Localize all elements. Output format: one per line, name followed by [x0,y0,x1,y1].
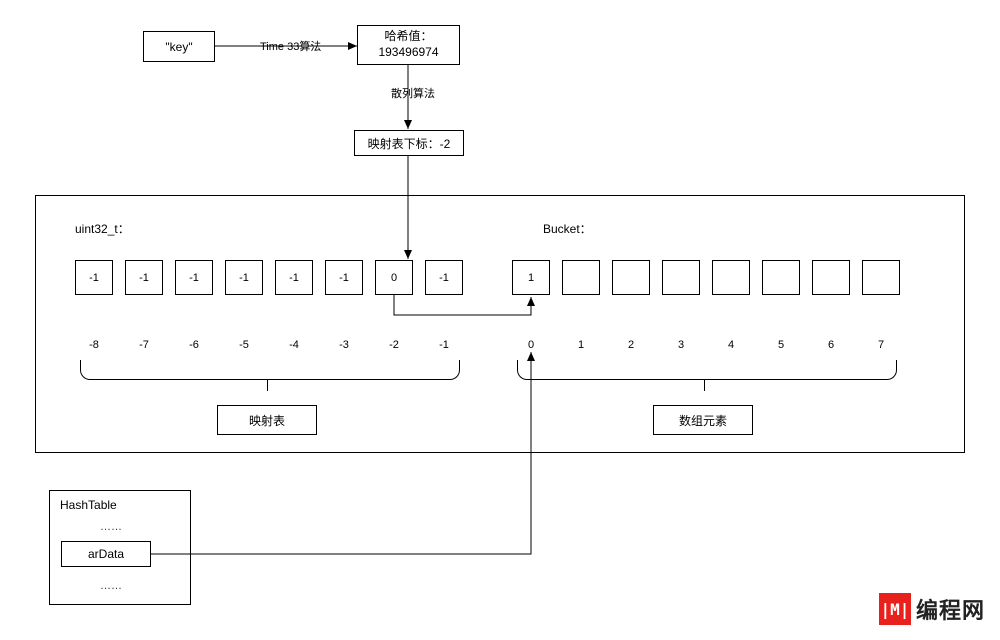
logo-icon: |M| [879,593,911,625]
map-idx: -6 [175,339,213,351]
site-logo: |M| 编程网 [879,593,985,625]
map-idx: -4 [275,339,313,351]
key-box: "key" [143,31,215,62]
hashtable-dots-2: …… [100,580,122,592]
map-brace [80,360,460,380]
bucket-brace [517,360,897,380]
bucket-cell [862,260,900,295]
map-label-text: 映射表 [249,412,285,429]
bucket-cell [662,260,700,295]
map-idx: -2 [375,339,413,351]
bucket-cell-row: 1 [512,260,900,295]
map-cell: -1 [225,260,263,295]
bucket-idx: 0 [512,339,550,351]
bucket-cell: 1 [512,260,550,295]
bucket-label: Bucket： [543,220,592,237]
edge-time33-label: Time 33算法 [260,38,321,54]
hash-box-line1: 哈希值： [378,29,438,45]
hash-box-line2: 193496974 [378,45,438,61]
map-cell: -1 [75,260,113,295]
map-idx: -8 [75,339,113,351]
map-cell: 0 [375,260,413,295]
key-box-text: "key" [165,40,192,54]
map-brace-stem [267,379,273,391]
map-idx: -3 [325,339,363,351]
map-label-box: 映射表 [217,405,317,435]
map-idx-row: -8 -7 -6 -5 -4 -3 -2 -1 [75,339,463,351]
mapidx-box: 映射表下标：-2 [354,130,464,156]
map-cell: -1 [325,260,363,295]
bucket-idx-row: 0 1 2 3 4 5 6 7 [512,339,900,351]
memory-container [35,195,965,453]
arr-label-box: 数组元素 [653,405,753,435]
map-cell: -1 [275,260,313,295]
edge-scatter-label: 散列算法 [391,85,435,101]
map-cell-row: -1 -1 -1 -1 -1 -1 0 -1 [75,260,463,295]
arr-label-text: 数组元素 [679,412,727,429]
bucket-idx: 3 [662,339,700,351]
hashtable-label: HashTable [60,498,117,512]
bucket-cell [762,260,800,295]
map-cell: -1 [425,260,463,295]
bucket-idx: 6 [812,339,850,351]
ardata-text: arData [88,547,124,561]
bucket-idx: 2 [612,339,650,351]
map-cell: -1 [125,260,163,295]
map-cell: -1 [175,260,213,295]
map-idx: -1 [425,339,463,351]
bucket-brace-stem [704,379,710,391]
ardata-box: arData [61,541,151,567]
bucket-cell [712,260,750,295]
logo-icon-text: |M| [881,600,910,619]
bucket-idx: 7 [862,339,900,351]
hash-box: 哈希值： 193496974 [357,25,460,65]
bucket-cell [612,260,650,295]
bucket-idx: 1 [562,339,600,351]
logo-text: 编程网 [916,593,985,625]
uint-label: uint32_t： [75,220,130,237]
map-idx: -7 [125,339,163,351]
bucket-idx: 5 [762,339,800,351]
mapidx-box-text: 映射表下标：-2 [368,135,451,152]
bucket-idx: 4 [712,339,750,351]
hashtable-dots-1: …… [100,521,122,533]
bucket-cell [562,260,600,295]
map-idx: -5 [225,339,263,351]
bucket-cell [812,260,850,295]
